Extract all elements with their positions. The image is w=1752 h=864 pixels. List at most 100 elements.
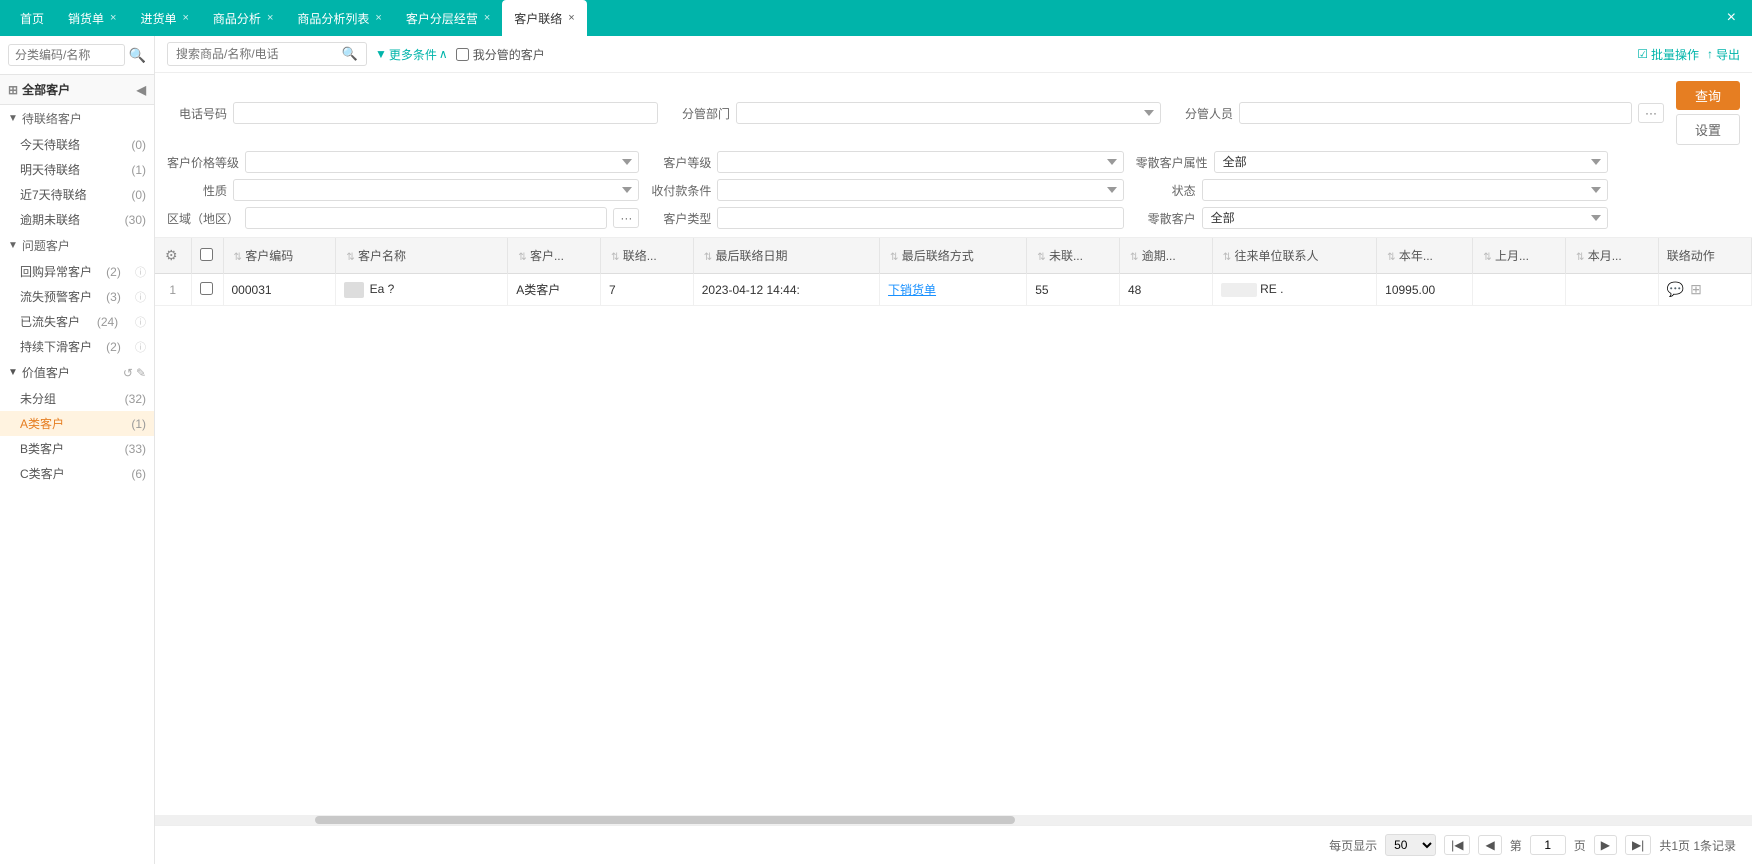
filter-payment-select[interactable] (717, 179, 1123, 201)
sidebar-search-area: 🔍 (0, 36, 154, 75)
nav-tab-home[interactable]: 首页 (8, 0, 56, 36)
my-customers-checkbox[interactable] (456, 48, 469, 61)
message-icon[interactable]: 💬 (1667, 281, 1684, 298)
table-container: ⚙ ⇅ 客户编码 ⇅ 客户名称 ⇅ 客户... ⇅ 联络... ⇅ 最后联络日期… (155, 238, 1752, 815)
row-checkbox[interactable] (200, 282, 213, 295)
edit-icon[interactable]: ✎ (136, 366, 146, 380)
filter-search-icon[interactable]: 🔍 (342, 46, 358, 62)
filter-dept-select[interactable] (736, 102, 1161, 124)
select-all-checkbox[interactable] (200, 248, 213, 261)
cell-this-month (1565, 274, 1658, 306)
sidebar-item-unclassified[interactable]: 未分组 (32) (0, 386, 154, 411)
filter-label: 分管人员 (1173, 105, 1233, 122)
filter-search-input[interactable] (176, 47, 342, 61)
cell-num: 1 (155, 274, 191, 306)
nav-tab-label: 客户联络 (514, 10, 562, 27)
filter-manager-input[interactable] (1239, 102, 1632, 124)
nav-tab-close[interactable]: × (110, 12, 116, 24)
last-page-button[interactable]: ▶| (1625, 835, 1651, 855)
table-header-row: ⚙ ⇅ 客户编码 ⇅ 客户名称 ⇅ 客户... ⇅ 联络... ⇅ 最后联络日期… (155, 238, 1752, 274)
sidebar-item-loss-warning[interactable]: 流失预警客户 (3) ⓘ (0, 284, 154, 309)
filter-scattered-select[interactable]: 全部 (1202, 207, 1608, 229)
per-page-select[interactable]: 50 100 (1385, 834, 1436, 856)
more-filters-button[interactable]: ▼ 更多条件 ∧ (375, 46, 448, 63)
nav-tab-customer-tier[interactable]: 客户分层经营 × (394, 0, 502, 36)
nav-tab-customer-contact[interactable]: 客户联络 × (502, 0, 586, 36)
filter-region-dots[interactable]: ··· (613, 208, 639, 228)
sidebar-search-icon[interactable]: 🔍 (129, 47, 146, 64)
next-page-button[interactable]: ▶ (1594, 835, 1617, 855)
filter-status-select[interactable] (1202, 179, 1608, 201)
sidebar-item-declining[interactable]: 持续下滑客户 (2) ⓘ (0, 334, 154, 359)
settings-button[interactable]: 设置 (1676, 114, 1740, 145)
my-customers-label: 我分管的客户 (473, 46, 545, 63)
filter-scattered-attr-select[interactable]: 全部 (1214, 151, 1608, 173)
sidebar-item-class-a[interactable]: A类客户 (1) (0, 411, 154, 436)
close-all-button[interactable]: × (1719, 9, 1744, 27)
nav-tab-label: 商品分析列表 (297, 10, 369, 27)
scrollbar-thumb[interactable] (315, 816, 1015, 824)
col-sort-icon: ⇅ (1223, 252, 1231, 263)
sidebar-pending-title[interactable]: ▼ 待联络客户 (0, 105, 154, 132)
sidebar-item-class-c[interactable]: C类客户 (6) (0, 461, 154, 486)
nav-tab-close[interactable]: × (267, 12, 273, 24)
filter-manager-dots[interactable]: ··· (1638, 103, 1664, 123)
filter-cust-level-select[interactable] (717, 151, 1123, 173)
nav-tab-close[interactable]: × (568, 12, 574, 24)
sidebar-collapse-button[interactable]: ◀ (137, 83, 146, 97)
nav-tab-goods-list[interactable]: 商品分析列表 × (285, 0, 393, 36)
page-number-input[interactable] (1530, 835, 1566, 855)
refresh-icon[interactable]: ↺ (123, 366, 133, 380)
prev-page-button[interactable]: ◀ (1478, 835, 1501, 855)
col-sort-icon: ⇅ (611, 252, 619, 263)
sidebar-item-tomorrow[interactable]: 明天待联络 (1) (0, 157, 154, 182)
cell-last-month (1473, 274, 1566, 306)
pagination-bar: 每页显示 50 100 |◀ ◀ 第 页 ▶ ▶| 共1页 1条记录 (155, 825, 1752, 864)
filter-region: 区域（地区） ··· (167, 207, 639, 229)
sidebar: 🔍 ⊞ 全部客户 ◀ ▼ 待联络客户 今天待联络 (0) 明天待联络 (1) 近… (0, 36, 155, 864)
nav-tab-purchase[interactable]: 进货单 × (128, 0, 200, 36)
batch-op-label: 批量操作 (1651, 46, 1699, 63)
batch-op-button[interactable]: ☑ 批量操作 (1637, 46, 1699, 63)
filter-nature: 性质 (167, 179, 639, 201)
export-button[interactable]: ↑ 导出 (1707, 46, 1740, 63)
filter-label: 分管部门 (670, 105, 730, 122)
sidebar-all-customers-header[interactable]: ⊞ 全部客户 ◀ (0, 75, 154, 105)
nav-tab-close[interactable]: × (375, 12, 381, 24)
filter-scattered: 零散客户 全部 (1136, 207, 1608, 229)
filter-scattered-attr: 零散客户属性 全部 (1136, 151, 1608, 173)
filter-phone-input[interactable] (233, 102, 658, 124)
nav-tab-goods-analysis[interactable]: 商品分析 × (201, 0, 285, 36)
sidebar-item-overdue[interactable]: 逾期未联络 (30) (0, 207, 154, 232)
sidebar-item-class-b[interactable]: B类客户 (33) (0, 436, 154, 461)
filter-price-select[interactable] (245, 151, 639, 173)
sidebar-item-today[interactable]: 今天待联络 (0) (0, 132, 154, 157)
total-label: 共1页 1条记录 (1659, 837, 1736, 854)
table-gear-button[interactable]: ⚙ (163, 245, 180, 266)
col-checkbox (191, 238, 223, 274)
first-page-button[interactable]: |◀ (1444, 835, 1470, 855)
customer-avatar (344, 282, 364, 298)
sidebar-item-lost[interactable]: 已流失客户 (24) ⓘ (0, 309, 154, 334)
my-customers-checkbox-area[interactable]: 我分管的客户 (456, 46, 545, 63)
col-action: 联络动作 (1658, 238, 1751, 274)
cell-name: Ea ? (336, 274, 508, 306)
sidebar-problem-title[interactable]: ▼ 问题客户 (0, 232, 154, 259)
query-button[interactable]: 查询 (1676, 81, 1740, 110)
filter-cust-type-input[interactable] (717, 207, 1123, 229)
adv-filter-row2: 客户价格等级 客户等级 零散客户属性 全部 (167, 151, 1740, 173)
sidebar-search-input[interactable] (8, 44, 125, 66)
qr-icon[interactable]: ⊞ (1690, 281, 1702, 298)
sidebar-item-7days[interactable]: 近7天待联络 (0) (0, 182, 154, 207)
col-this-year: ⇅ 本年... (1377, 238, 1473, 274)
filter-region-input[interactable] (245, 207, 607, 229)
col-contact-count: ⇅ 联络... (601, 238, 694, 274)
sidebar-value-title[interactable]: ▼ 价值客户 ↺ ✎ (0, 359, 154, 386)
filter-nature-select[interactable] (233, 179, 639, 201)
horizontal-scrollbar[interactable] (155, 815, 1752, 825)
sidebar-item-repurchase-abnormal[interactable]: 回购异常客户 (2) ⓘ (0, 259, 154, 284)
nav-tab-close[interactable]: × (182, 12, 188, 24)
last-method-link[interactable]: 下销货单 (888, 283, 936, 297)
nav-tab-sales[interactable]: 销货单 × (56, 0, 128, 36)
nav-tab-close[interactable]: × (484, 12, 490, 24)
